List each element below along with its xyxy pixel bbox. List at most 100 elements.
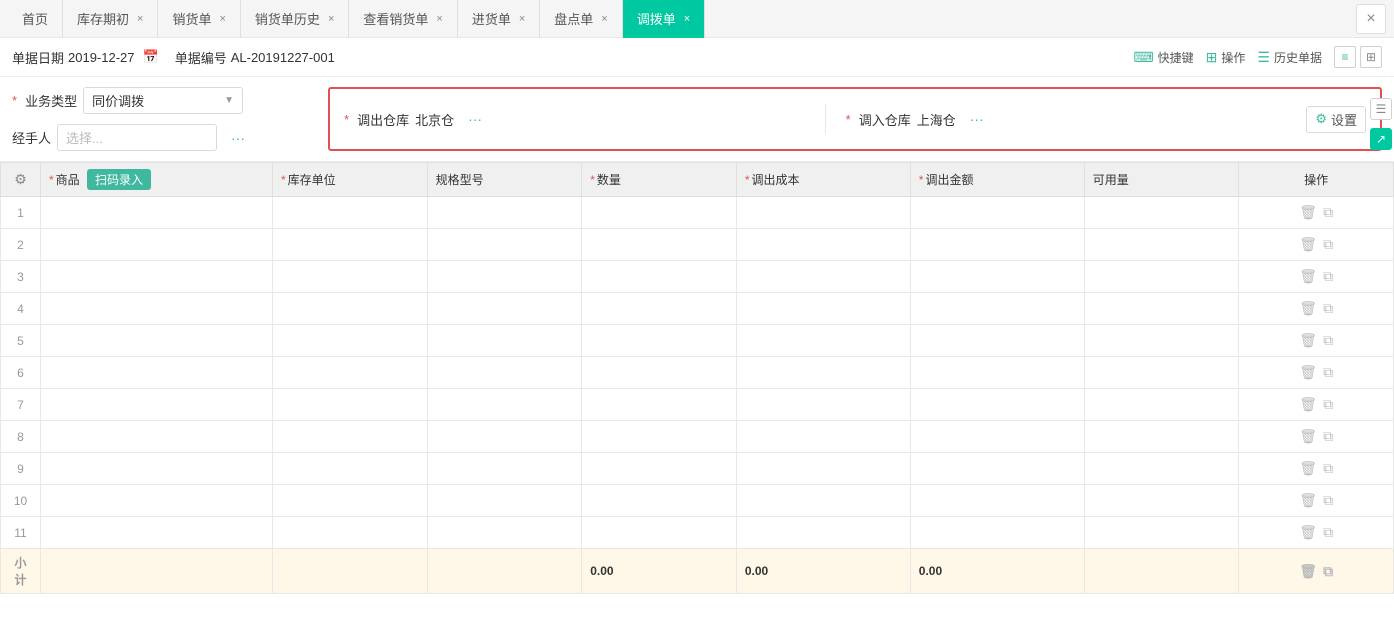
delete-icon[interactable]: 🗑: [1299, 364, 1317, 381]
cell-available[interactable]: [1084, 229, 1239, 261]
cell-amount[interactable]: [910, 389, 1084, 421]
delete-icon[interactable]: 🗑: [1299, 492, 1317, 509]
cell-qty[interactable]: [582, 453, 737, 485]
tab-home[interactable]: 首页: [8, 0, 63, 38]
cell-available[interactable]: [1084, 453, 1239, 485]
cell-cost[interactable]: [736, 261, 910, 293]
tab-inventory-init-close[interactable]: ×: [137, 13, 143, 25]
cell-available[interactable]: [1084, 293, 1239, 325]
cell-spec[interactable]: [427, 357, 582, 389]
cell-spec[interactable]: [427, 261, 582, 293]
copy-icon[interactable]: ⧉: [1323, 300, 1333, 317]
cell-spec[interactable]: [427, 517, 582, 549]
cell-unit[interactable]: [272, 293, 427, 325]
cell-amount[interactable]: [910, 293, 1084, 325]
cell-unit[interactable]: [272, 453, 427, 485]
cell-cost[interactable]: [736, 453, 910, 485]
cell-cost[interactable]: [736, 485, 910, 517]
tab-stocktake-close[interactable]: ×: [601, 13, 607, 25]
cell-product[interactable]: [41, 517, 273, 549]
cell-spec[interactable]: [427, 453, 582, 485]
cell-product[interactable]: [41, 485, 273, 517]
cell-available[interactable]: [1084, 389, 1239, 421]
cell-spec[interactable]: [427, 293, 582, 325]
in-warehouse-more-button[interactable]: ···: [970, 111, 984, 127]
delete-icon[interactable]: 🗑: [1299, 332, 1317, 349]
copy-icon[interactable]: ⧉: [1323, 364, 1333, 381]
history-button[interactable]: ☰ 历史单据: [1257, 49, 1322, 66]
right-panel-list-button[interactable]: ☰: [1370, 98, 1392, 120]
in-warehouse-value[interactable]: 上海仓: [917, 110, 956, 129]
delete-icon[interactable]: 🗑: [1299, 428, 1317, 445]
cell-spec[interactable]: [427, 389, 582, 421]
tab-sales-history-close[interactable]: ×: [328, 13, 334, 25]
cell-spec[interactable]: [427, 325, 582, 357]
cell-qty[interactable]: [582, 421, 737, 453]
delete-icon[interactable]: 🗑: [1299, 268, 1317, 285]
cell-amount[interactable]: [910, 325, 1084, 357]
date-value[interactable]: 2019-12-27: [68, 50, 135, 65]
column-settings-icon[interactable]: ⚙: [14, 171, 27, 187]
cell-product[interactable]: [41, 229, 273, 261]
copy-icon[interactable]: ⧉: [1323, 236, 1333, 253]
cell-available[interactable]: [1084, 197, 1239, 229]
cell-unit[interactable]: [272, 261, 427, 293]
calendar-icon[interactable]: 📅: [143, 49, 159, 65]
cell-product[interactable]: [41, 453, 273, 485]
cell-spec[interactable]: [427, 229, 582, 261]
cell-spec[interactable]: [427, 485, 582, 517]
cell-spec[interactable]: [427, 197, 582, 229]
cell-qty[interactable]: [582, 389, 737, 421]
cell-qty[interactable]: [582, 325, 737, 357]
cell-amount[interactable]: [910, 261, 1084, 293]
cell-qty[interactable]: [582, 261, 737, 293]
copy-icon[interactable]: ⧉: [1323, 332, 1333, 349]
copy-icon[interactable]: ⧉: [1323, 396, 1333, 413]
cell-cost[interactable]: [736, 421, 910, 453]
out-warehouse-more-button[interactable]: ···: [468, 111, 482, 127]
tab-sales-order-close[interactable]: ×: [219, 13, 225, 25]
cell-amount[interactable]: [910, 229, 1084, 261]
cell-available[interactable]: [1084, 517, 1239, 549]
cell-unit[interactable]: [272, 421, 427, 453]
cell-available[interactable]: [1084, 357, 1239, 389]
copy-icon[interactable]: ⧉: [1323, 524, 1333, 541]
cell-cost[interactable]: [736, 325, 910, 357]
scan-button[interactable]: 扫码录入: [87, 169, 151, 190]
business-type-select[interactable]: 同价调拨 ▼: [83, 87, 243, 114]
subtotal-copy-icon[interactable]: ⧉: [1323, 563, 1333, 580]
window-close-button[interactable]: ×: [1356, 4, 1386, 34]
cell-product[interactable]: [41, 197, 273, 229]
cell-qty[interactable]: [582, 293, 737, 325]
tab-transfer-close[interactable]: ×: [684, 13, 690, 25]
cell-amount[interactable]: [910, 485, 1084, 517]
cell-product[interactable]: [41, 293, 273, 325]
cell-product[interactable]: [41, 357, 273, 389]
cell-amount[interactable]: [910, 357, 1084, 389]
operations-button[interactable]: ⊞ 操作: [1206, 49, 1246, 66]
cell-amount[interactable]: [910, 453, 1084, 485]
cell-unit[interactable]: [272, 229, 427, 261]
cell-available[interactable]: [1084, 261, 1239, 293]
cell-spec[interactable]: [427, 421, 582, 453]
delete-icon[interactable]: 🗑: [1299, 396, 1317, 413]
cell-cost[interactable]: [736, 389, 910, 421]
tab-sales-order[interactable]: 销货单 ×: [158, 0, 240, 38]
cell-available[interactable]: [1084, 325, 1239, 357]
cell-cost[interactable]: [736, 197, 910, 229]
cell-unit[interactable]: [272, 325, 427, 357]
copy-icon[interactable]: ⧉: [1323, 460, 1333, 477]
cell-qty[interactable]: [582, 485, 737, 517]
copy-icon[interactable]: ⧉: [1323, 268, 1333, 285]
cell-cost[interactable]: [736, 229, 910, 261]
subtotal-delete-icon[interactable]: 🗑: [1299, 563, 1317, 580]
cell-amount[interactable]: [910, 197, 1084, 229]
cell-unit[interactable]: [272, 357, 427, 389]
cell-product[interactable]: [41, 325, 273, 357]
tab-purchase[interactable]: 进货单 ×: [458, 0, 540, 38]
handler-select[interactable]: 选择...: [57, 124, 217, 151]
tab-inventory-init[interactable]: 库存期初 ×: [63, 0, 158, 38]
cell-product[interactable]: [41, 261, 273, 293]
layout-list-icon[interactable]: ≡: [1334, 46, 1356, 68]
copy-icon[interactable]: ⧉: [1323, 428, 1333, 445]
